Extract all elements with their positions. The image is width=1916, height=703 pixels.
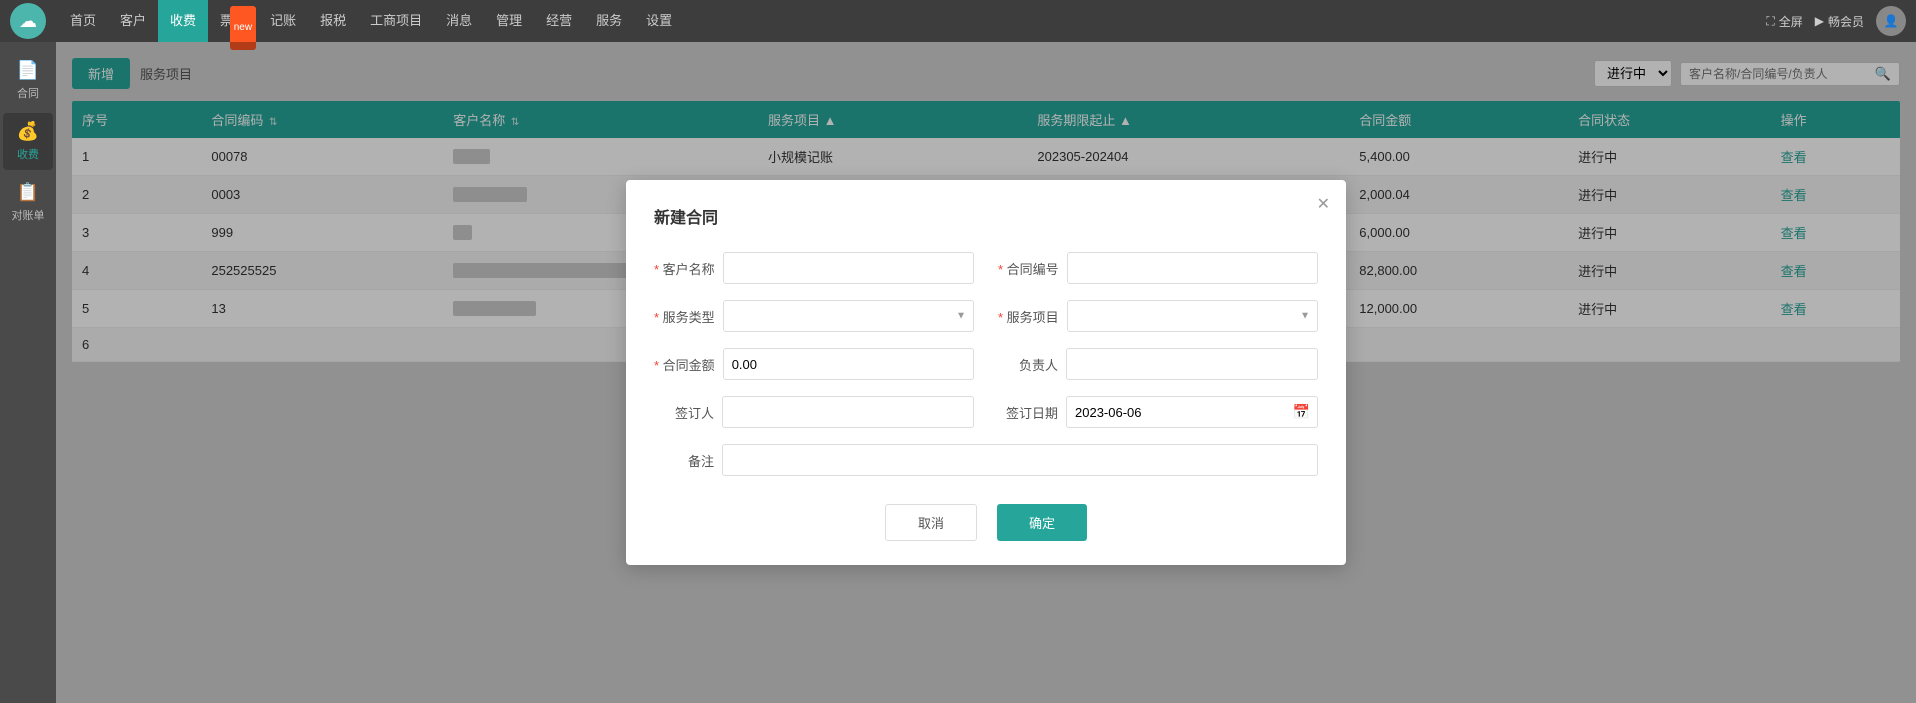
- label-amount: 合同金额: [654, 355, 715, 374]
- vip-button[interactable]: ▶ 畅会员: [1815, 13, 1864, 30]
- label-notes: 备注: [654, 451, 714, 470]
- nav-business[interactable]: 工商项目: [358, 0, 434, 42]
- nav-message[interactable]: 消息: [434, 0, 484, 42]
- label-responsible: 负责人: [998, 355, 1058, 374]
- nav-settings[interactable]: 设置: [634, 0, 684, 42]
- confirm-button[interactable]: 确定: [997, 504, 1087, 541]
- user-icon: 👤: [1884, 14, 1899, 28]
- form-row-contract-no: 合同编号: [998, 252, 1318, 284]
- service-item-wrapper: ▼: [1067, 300, 1318, 332]
- label-service-type: 服务类型: [654, 307, 715, 326]
- select-service-type[interactable]: [723, 300, 974, 332]
- statement-icon: 📋: [17, 182, 39, 203]
- sidebar: 📄 合同 💰 收费 📋 对账单: [0, 42, 56, 703]
- fee-icon: 💰: [17, 121, 39, 142]
- modal-title: 新建合同: [654, 204, 1318, 228]
- input-responsible[interactable]: [1066, 348, 1318, 380]
- input-signatory[interactable]: [722, 396, 974, 428]
- modal-close-button[interactable]: ✕: [1317, 194, 1330, 214]
- form-grid: 客户名称 合同编号 服务类型 ▼: [654, 252, 1318, 476]
- form-row-service-item: 服务项目 ▼: [998, 300, 1318, 332]
- main-content: 新增 服务项目 进行中 已完成 已终止 🔍 序号: [56, 42, 1916, 703]
- form-row-sign-date: 签订日期 📅: [998, 396, 1318, 428]
- sidebar-item-statement[interactable]: 📋 对账单: [3, 174, 53, 231]
- nav-operation[interactable]: 经营: [534, 0, 584, 42]
- form-row-service-type: 服务类型 ▼: [654, 300, 974, 332]
- nav-manage[interactable]: 管理: [484, 0, 534, 42]
- sidebar-item-contract[interactable]: 📄 合同: [3, 52, 53, 109]
- modal-footer: 取消 确定: [654, 504, 1318, 541]
- date-input-wrapper: 📅: [1066, 396, 1318, 428]
- label-sign-date: 签订日期: [998, 403, 1058, 422]
- app-logo: ☁: [10, 3, 46, 39]
- cancel-button[interactable]: 取消: [885, 504, 977, 541]
- label-signatory: 签订人: [654, 403, 714, 422]
- nav-fee[interactable]: 收费: [158, 0, 208, 42]
- nav-home[interactable]: 首页: [58, 0, 108, 42]
- input-notes[interactable]: [722, 444, 1318, 476]
- form-row-responsible: 负责人: [998, 348, 1318, 380]
- input-customer-name[interactable]: [723, 252, 974, 284]
- form-row-notes: 备注: [654, 444, 1318, 476]
- contract-icon: 📄: [17, 60, 39, 81]
- form-row-signatory: 签订人: [654, 396, 974, 428]
- form-row-customer: 客户名称: [654, 252, 974, 284]
- nav-right: ⛶ 全屏 ▶ 畅会员 👤: [1766, 6, 1906, 36]
- form-row-amount: 合同金额: [654, 348, 974, 380]
- label-service-item: 服务项目: [998, 307, 1059, 326]
- label-contract-no: 合同编号: [998, 259, 1059, 278]
- fullscreen-icon: ⛶: [1766, 14, 1774, 29]
- nav-tax[interactable]: 报税: [308, 0, 358, 42]
- input-amount[interactable]: [723, 348, 974, 380]
- service-type-wrapper: ▼: [723, 300, 974, 332]
- main-layout: 📄 合同 💰 收费 📋 对账单 新增 服务项目 进行中 已完成 已终止: [0, 42, 1916, 703]
- nav-invoice[interactable]: 票据 new: [208, 0, 258, 42]
- select-service-item[interactable]: [1067, 300, 1318, 332]
- fullscreen-button[interactable]: ⛶ 全屏: [1766, 13, 1802, 30]
- label-customer-name: 客户名称: [654, 259, 715, 278]
- nav-bookkeep[interactable]: 记账: [258, 0, 308, 42]
- input-sign-date[interactable]: [1066, 396, 1318, 428]
- play-icon: ▶: [1815, 14, 1824, 28]
- modal-overlay: ✕ 新建合同 客户名称 合同编号 服务类型: [56, 42, 1916, 703]
- avatar[interactable]: 👤: [1876, 6, 1906, 36]
- input-contract-no[interactable]: [1067, 252, 1318, 284]
- sidebar-item-fee[interactable]: 💰 收费: [3, 113, 53, 170]
- nav-customer[interactable]: 客户: [108, 0, 158, 42]
- nav-service[interactable]: 服务: [584, 0, 634, 42]
- top-navigation: ☁ 首页 客户 收费 票据 new 记账 报税 工商项目 消息 管理 经营 服务…: [0, 0, 1916, 42]
- new-contract-modal: ✕ 新建合同 客户名称 合同编号 服务类型: [626, 180, 1346, 565]
